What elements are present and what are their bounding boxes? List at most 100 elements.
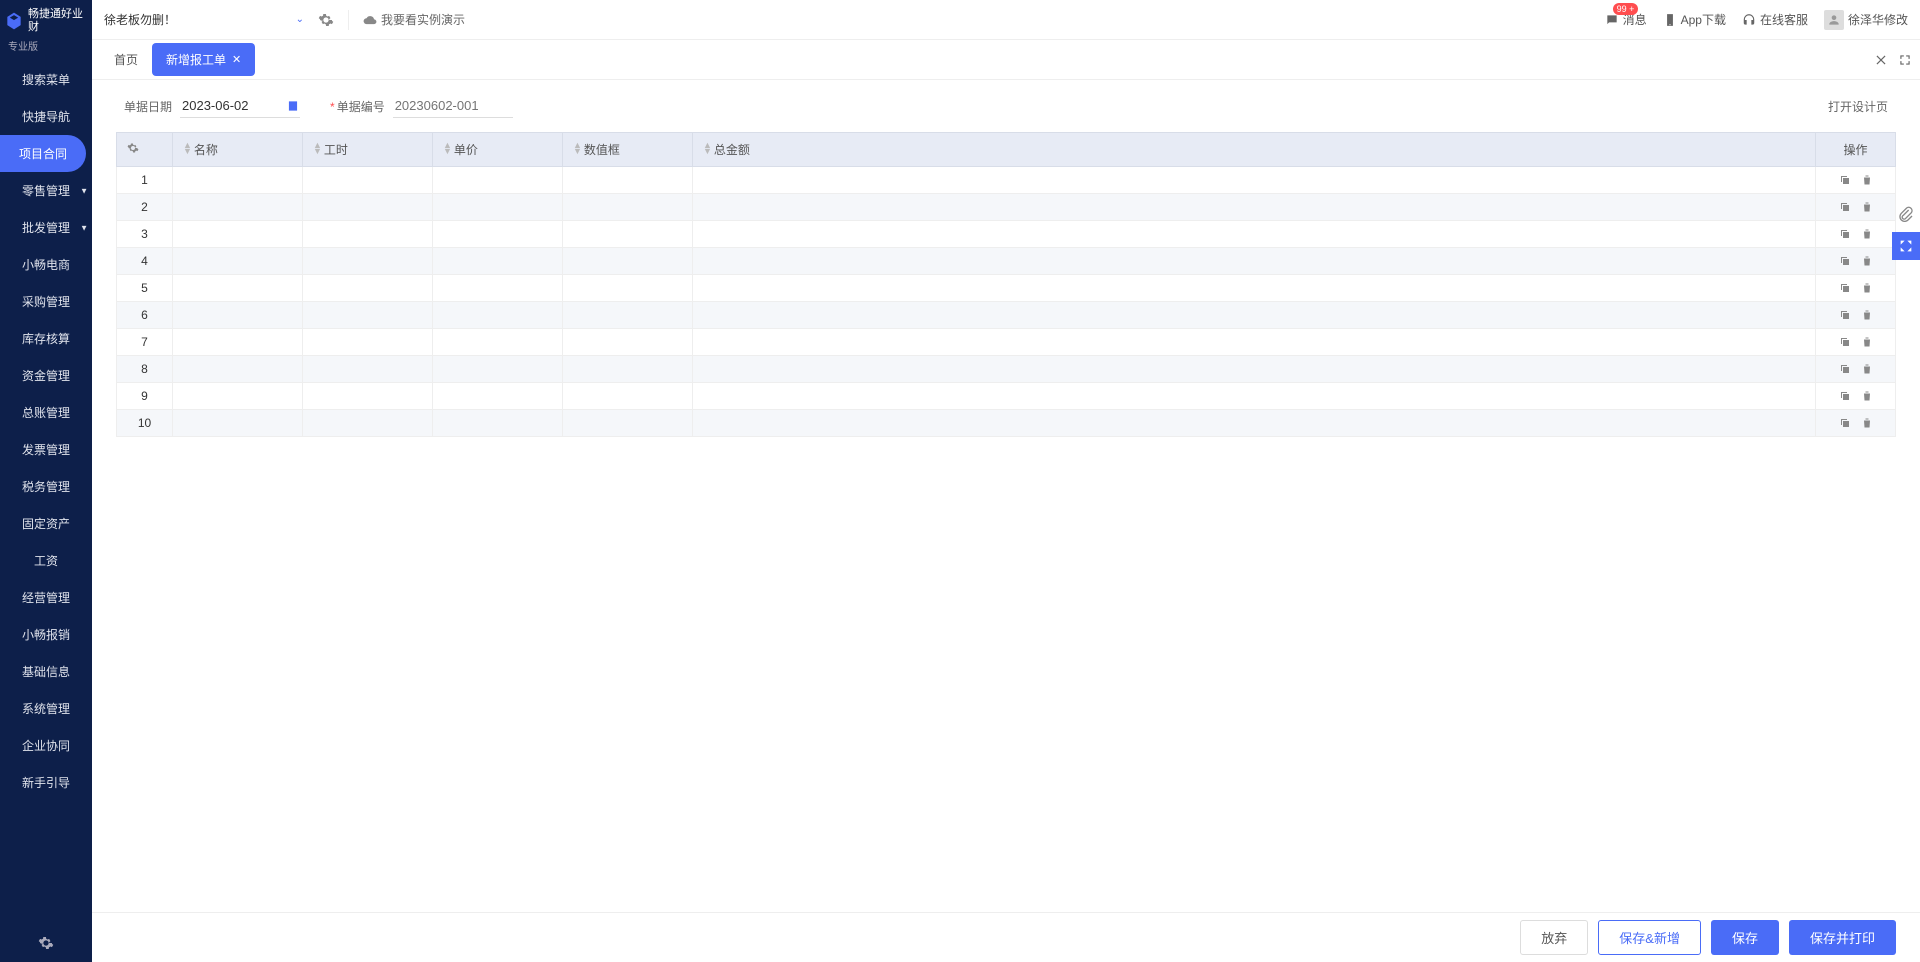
- nav-item-5[interactable]: 小畅电商: [0, 246, 92, 283]
- cell[interactable]: [173, 167, 303, 194]
- copy-icon[interactable]: [1839, 174, 1851, 186]
- nav-item-11[interactable]: 税务管理: [0, 468, 92, 505]
- cell[interactable]: [303, 221, 433, 248]
- cell[interactable]: [303, 329, 433, 356]
- cell[interactable]: [433, 356, 563, 383]
- cell[interactable]: [173, 302, 303, 329]
- delete-icon[interactable]: [1861, 282, 1873, 294]
- close-icon[interactable]: ✕: [232, 53, 241, 66]
- calendar-icon[interactable]: [286, 99, 300, 113]
- cell[interactable]: [173, 275, 303, 302]
- cell[interactable]: [693, 329, 1816, 356]
- nav-item-1[interactable]: 快捷导航: [0, 98, 92, 135]
- app-download-button[interactable]: App下载: [1663, 11, 1726, 28]
- nav-item-19[interactable]: 新手引导: [0, 764, 92, 801]
- copy-icon[interactable]: [1839, 282, 1851, 294]
- cell[interactable]: [693, 302, 1816, 329]
- delete-icon[interactable]: [1861, 201, 1873, 213]
- nav-item-9[interactable]: 总账管理: [0, 394, 92, 431]
- copy-icon[interactable]: [1839, 417, 1851, 429]
- th-total[interactable]: ▲▼总金额: [693, 133, 1816, 167]
- attachment-tool[interactable]: [1892, 200, 1920, 228]
- cell[interactable]: [563, 410, 693, 437]
- customer-service-button[interactable]: 在线客服: [1742, 11, 1808, 28]
- copy-icon[interactable]: [1839, 309, 1851, 321]
- cell[interactable]: [303, 248, 433, 275]
- tab-0[interactable]: 首页: [100, 43, 152, 76]
- cell[interactable]: [303, 194, 433, 221]
- th-name[interactable]: ▲▼名称: [173, 133, 303, 167]
- th-hour[interactable]: ▲▼工时: [303, 133, 433, 167]
- copy-icon[interactable]: [1839, 390, 1851, 402]
- org-settings-icon[interactable]: [318, 12, 334, 28]
- close-all-icon[interactable]: [1874, 53, 1888, 67]
- cell[interactable]: [433, 221, 563, 248]
- cell[interactable]: [563, 356, 693, 383]
- cell[interactable]: [693, 383, 1816, 410]
- delete-icon[interactable]: [1861, 174, 1873, 186]
- messages-button[interactable]: 99 + 消息: [1605, 11, 1647, 28]
- th-num[interactable]: ▲▼数值框: [563, 133, 693, 167]
- nav-item-8[interactable]: 资金管理: [0, 357, 92, 394]
- nav-item-2[interactable]: 项目合同: [0, 135, 86, 172]
- cell[interactable]: [173, 383, 303, 410]
- nav-item-15[interactable]: 小畅报销: [0, 616, 92, 653]
- cell[interactable]: [433, 275, 563, 302]
- cell[interactable]: [693, 356, 1816, 383]
- cell[interactable]: [433, 383, 563, 410]
- cell[interactable]: [303, 302, 433, 329]
- cell[interactable]: [303, 167, 433, 194]
- cell[interactable]: [173, 194, 303, 221]
- discard-button[interactable]: 放弃: [1520, 920, 1588, 955]
- tab-1[interactable]: 新增报工单✕: [152, 43, 255, 76]
- fullscreen-icon[interactable]: [1898, 53, 1912, 67]
- cell[interactable]: [433, 410, 563, 437]
- nav-item-0[interactable]: 搜索菜单: [0, 61, 92, 98]
- copy-icon[interactable]: [1839, 363, 1851, 375]
- cell[interactable]: [173, 329, 303, 356]
- cell[interactable]: [173, 248, 303, 275]
- doc-no-input[interactable]: [393, 94, 513, 118]
- save-and-print-button[interactable]: 保存并打印: [1789, 920, 1896, 955]
- th-price[interactable]: ▲▼单价: [433, 133, 563, 167]
- th-settings[interactable]: [117, 133, 173, 167]
- copy-icon[interactable]: [1839, 201, 1851, 213]
- cell[interactable]: [693, 248, 1816, 275]
- nav-item-18[interactable]: 企业协同: [0, 727, 92, 764]
- cell[interactable]: [303, 356, 433, 383]
- cell[interactable]: [693, 221, 1816, 248]
- save-button[interactable]: 保存: [1711, 920, 1779, 955]
- copy-icon[interactable]: [1839, 336, 1851, 348]
- cell[interactable]: [433, 194, 563, 221]
- open-design-link[interactable]: 打开设计页: [1828, 98, 1888, 115]
- nav-item-17[interactable]: 系统管理: [0, 690, 92, 727]
- org-selector[interactable]: 徐老板勿删！ ⌄: [104, 11, 304, 28]
- cell[interactable]: [433, 329, 563, 356]
- expand-tool[interactable]: [1892, 232, 1920, 260]
- nav-item-6[interactable]: 采购管理: [0, 283, 92, 320]
- sidebar-settings[interactable]: [0, 927, 92, 962]
- save-and-new-button[interactable]: 保存&新增: [1598, 920, 1701, 955]
- delete-icon[interactable]: [1861, 309, 1873, 321]
- cell[interactable]: [563, 275, 693, 302]
- nav-item-10[interactable]: 发票管理: [0, 431, 92, 468]
- cell[interactable]: [563, 194, 693, 221]
- cell[interactable]: [173, 221, 303, 248]
- cell[interactable]: [693, 194, 1816, 221]
- copy-icon[interactable]: [1839, 228, 1851, 240]
- cell[interactable]: [563, 248, 693, 275]
- cell[interactable]: [563, 383, 693, 410]
- cell[interactable]: [303, 383, 433, 410]
- copy-icon[interactable]: [1839, 255, 1851, 267]
- delete-icon[interactable]: [1861, 390, 1873, 402]
- nav-item-13[interactable]: 工资: [0, 542, 92, 579]
- nav-item-4[interactable]: 批发管理▼: [0, 209, 92, 246]
- cell[interactable]: [563, 221, 693, 248]
- cell[interactable]: [433, 167, 563, 194]
- delete-icon[interactable]: [1861, 417, 1873, 429]
- cell[interactable]: [433, 302, 563, 329]
- cell[interactable]: [563, 302, 693, 329]
- cell[interactable]: [693, 275, 1816, 302]
- nav-item-16[interactable]: 基础信息: [0, 653, 92, 690]
- cell[interactable]: [563, 329, 693, 356]
